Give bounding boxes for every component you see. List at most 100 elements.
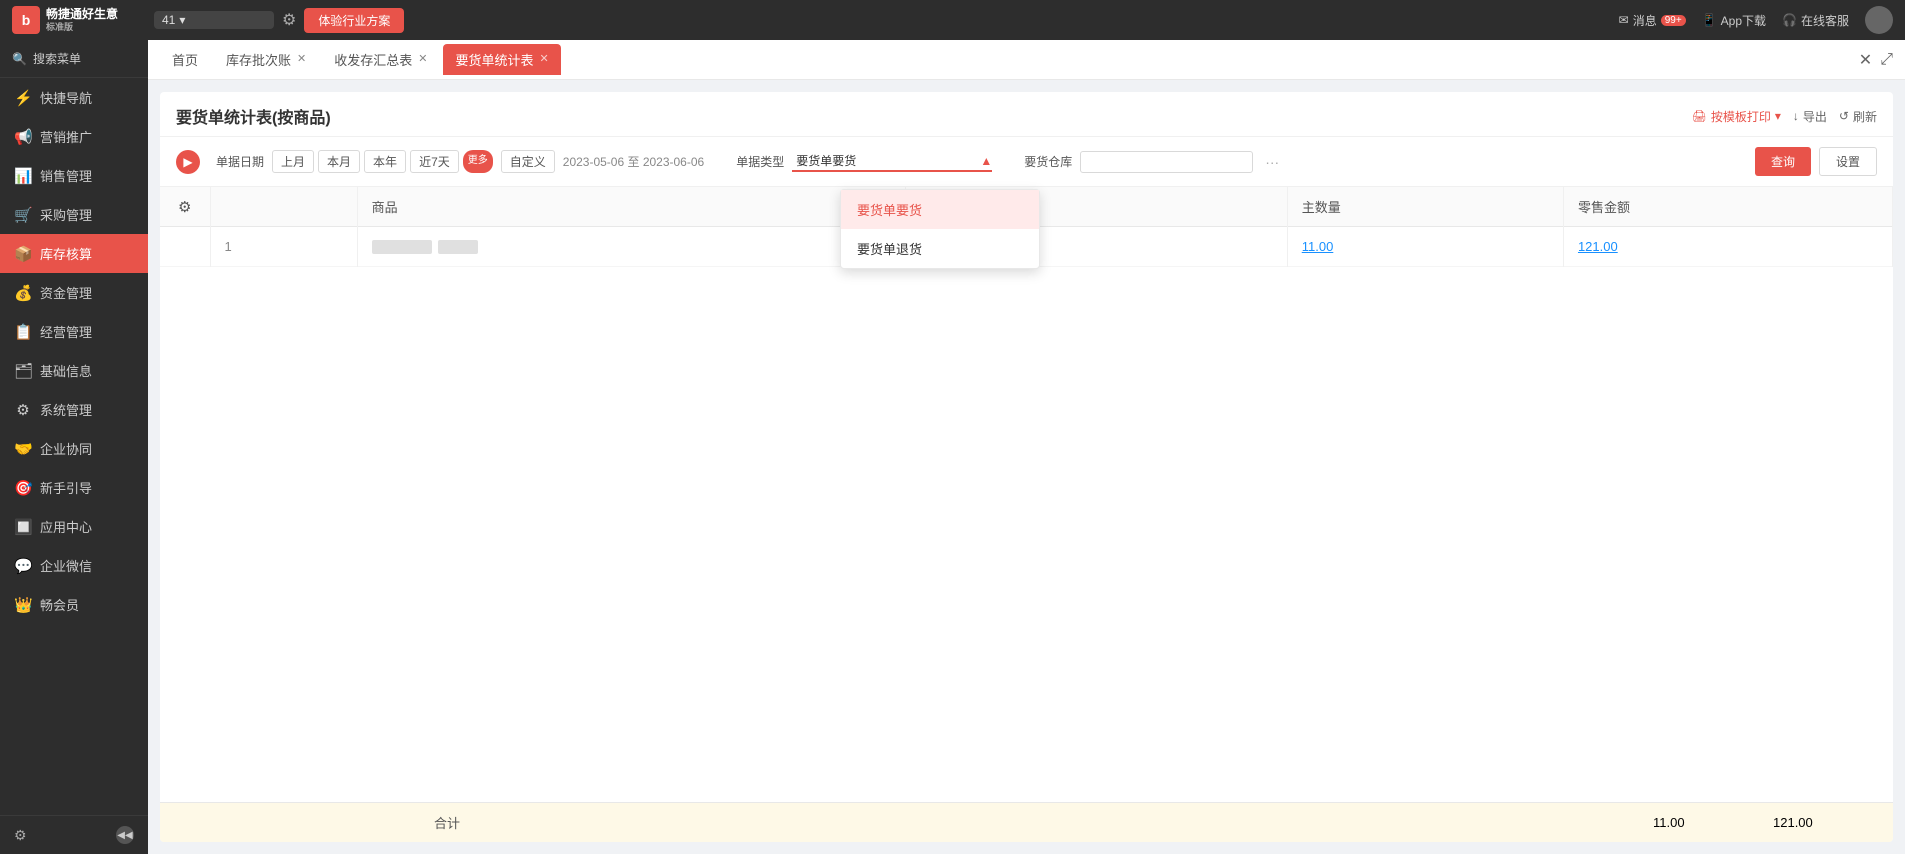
- table-settings-col-header[interactable]: ⚙: [160, 187, 210, 227]
- sidebar-collapse-btn[interactable]: ◀◀: [116, 826, 134, 844]
- tab-order-stats-close[interactable]: ✕: [540, 54, 549, 65]
- tab-home[interactable]: 首页: [160, 44, 210, 75]
- sidebar-item-wechat[interactable]: 💬 企业微信: [0, 546, 148, 585]
- table-sales-amount-col-header: 零售金额: [1563, 187, 1892, 227]
- quick-nav-icon: ⚡: [14, 89, 32, 107]
- sidebar-item-label: 库存核算: [40, 244, 92, 263]
- settings-bottom-icon[interactable]: ⚙: [14, 827, 27, 844]
- sidebar-item-guide[interactable]: 🎯 新手引导: [0, 468, 148, 507]
- print-button[interactable]: 🖨 按模板打印 ▾: [1692, 108, 1781, 125]
- sidebar-item-label: 系统管理: [40, 400, 92, 419]
- header-gear-icon[interactable]: ⚙: [282, 10, 296, 30]
- sidebar-item-finance[interactable]: 💰 资金管理: [0, 273, 148, 312]
- date-last-month-btn[interactable]: 上月: [272, 150, 314, 173]
- tab-receivables-close[interactable]: ✕: [418, 54, 427, 65]
- store-selector[interactable]: 41 ▾: [154, 11, 274, 29]
- user-avatar[interactable]: [1865, 6, 1893, 34]
- sidebar-item-app-center[interactable]: 🔲 应用中心: [0, 507, 148, 546]
- table-quantity-col-header: 主数量: [1287, 187, 1563, 227]
- warehouse-filter-label: 要货仓库: [1024, 153, 1072, 170]
- sidebar-item-label: 快捷导航: [40, 88, 92, 107]
- message-icon: ✉: [1619, 13, 1629, 27]
- sidebar-item-label: 企业微信: [40, 556, 92, 575]
- message-item[interactable]: ✉ 消息 99+: [1619, 12, 1686, 29]
- row-settings-cell: [160, 227, 210, 267]
- logo-sub-text: 标准版: [46, 22, 118, 33]
- marketing-icon: 📢: [14, 128, 32, 146]
- dropdown-item-order-return-label: 要货单退货: [857, 242, 922, 257]
- tab-close-all-icon[interactable]: ✕: [1859, 50, 1872, 70]
- sidebar-item-enterprise[interactable]: 🤝 企业协同: [0, 429, 148, 468]
- sidebar-item-label: 销售管理: [40, 166, 92, 185]
- table-index-col-header: [210, 187, 357, 227]
- tab-inventory-batch-close[interactable]: ✕: [297, 54, 306, 65]
- sidebar-item-quick-nav[interactable]: ⚡ 快捷导航: [0, 78, 148, 117]
- row-quantity-cell: 11.00: [1287, 227, 1563, 267]
- system-icon: ⚙: [14, 401, 32, 419]
- sidebar-item-label: 营销推广: [40, 127, 92, 146]
- sidebar-item-marketing[interactable]: 📢 营销推广: [0, 117, 148, 156]
- date-custom-btn[interactable]: 自定义: [501, 150, 555, 173]
- query-button[interactable]: 查询: [1755, 147, 1811, 176]
- date-last-7days-btn[interactable]: 近7天: [410, 150, 459, 173]
- chevron-down-icon: ▾: [179, 13, 185, 27]
- type-filter-label: 单据类型: [736, 153, 784, 170]
- filter-settings-button[interactable]: 设置: [1819, 147, 1877, 176]
- finance-icon: 💰: [14, 284, 32, 302]
- tab-order-stats[interactable]: 要货单统计表 ✕: [443, 44, 560, 75]
- type-input-wrapper: ▲: [792, 152, 992, 172]
- refresh-button[interactable]: ↺ 刷新: [1839, 108, 1877, 125]
- promo-button[interactable]: 体验行业方案: [304, 8, 404, 33]
- sidebar-item-label: 企业协同: [40, 439, 92, 458]
- guide-icon: 🎯: [14, 479, 32, 497]
- operations-icon: 📋: [14, 323, 32, 341]
- type-chevron-up-icon[interactable]: ▲: [980, 154, 992, 168]
- tab-receivables[interactable]: 收发存汇总表 ✕: [322, 44, 439, 75]
- app-download-label: App下载: [1721, 12, 1766, 29]
- page-title: 要货单统计表(按商品): [176, 104, 331, 128]
- sidebar-item-system[interactable]: ⚙ 系统管理: [0, 390, 148, 429]
- warehouse-filter-group: 要货仓库 ···: [1024, 151, 1279, 173]
- tab-inventory-batch[interactable]: 库存批次账 ✕: [214, 44, 318, 75]
- sidebar: 🔍 搜索菜单 ⚡ 快捷导航 📢 营销推广 📊 销售管理 🛒 采购管理 📦 库存核…: [0, 40, 148, 854]
- tab-receivables-label: 收发存汇总表: [334, 50, 412, 69]
- table-footer: 合计 11.00 121.00: [160, 802, 1893, 842]
- sidebar-item-inventory[interactable]: 📦 库存核算: [0, 234, 148, 273]
- sidebar-search[interactable]: 🔍 搜索菜单: [0, 40, 148, 78]
- page-card: 要货单统计表(按商品) 🖨 按模板打印 ▾ ↓ 导出 ↺: [160, 92, 1893, 842]
- sidebar-item-basics[interactable]: 🗂 基础信息: [0, 351, 148, 390]
- type-filter-group: 单据类型 ▲: [736, 152, 992, 172]
- logo-area: b 畅捷通好生意 标准版: [12, 6, 142, 34]
- refresh-icon: ↺: [1839, 109, 1849, 123]
- header-right: ✉ 消息 99+ 📱 App下载 🎧 在线客服: [1619, 6, 1893, 34]
- warehouse-filter-input[interactable]: [1080, 151, 1253, 173]
- filter-expand-button[interactable]: ▶: [176, 150, 200, 174]
- dropdown-item-order-goods[interactable]: 要货单要货: [841, 190, 1039, 229]
- table-wrapper: ⚙ 商品 主计量单位 主数量 零售金额 1: [160, 187, 1893, 802]
- filter-bar: ▶ 单据日期 上月 本月 本年 近7天 更多 自定义 2023-05-06 至 …: [160, 137, 1893, 187]
- warehouse-more-icon[interactable]: ···: [1265, 154, 1279, 170]
- date-this-month-btn[interactable]: 本月: [318, 150, 360, 173]
- sidebar-item-label: 资金管理: [40, 283, 92, 302]
- dropdown-item-order-return[interactable]: 要货单退货: [841, 229, 1039, 268]
- online-service-item[interactable]: 🎧 在线客服: [1782, 12, 1849, 29]
- sidebar-item-member[interactable]: 👑 畅会员: [0, 585, 148, 624]
- date-this-year-btn[interactable]: 本年: [364, 150, 406, 173]
- sidebar-item-operations[interactable]: 📋 经营管理: [0, 312, 148, 351]
- main-layout: 🔍 搜索菜单 ⚡ 快捷导航 📢 营销推广 📊 销售管理 🛒 采购管理 📦 库存核…: [0, 40, 1905, 854]
- sidebar-item-purchase[interactable]: 🛒 采购管理: [0, 195, 148, 234]
- page-content: 要货单统计表(按商品) 🖨 按模板打印 ▾ ↓ 导出 ↺: [148, 80, 1905, 854]
- basics-icon: 🗂: [14, 362, 32, 380]
- sidebar-item-label: 畅会员: [40, 595, 79, 614]
- enterprise-icon: 🤝: [14, 440, 32, 458]
- print-icon: 🖨: [1692, 109, 1707, 123]
- export-button[interactable]: ↓ 导出: [1793, 108, 1827, 125]
- sidebar-item-sales[interactable]: 📊 销售管理: [0, 156, 148, 195]
- row-product-cell: [357, 227, 905, 267]
- type-filter-input[interactable]: [792, 152, 980, 170]
- tab-expand-icon[interactable]: ⤢: [1880, 51, 1893, 69]
- tab-bar: 首页 库存批次账 ✕ 收发存汇总表 ✕ 要货单统计表 ✕ ✕ ⤢: [148, 40, 1905, 80]
- export-icon: ↓: [1793, 109, 1799, 123]
- sidebar-item-label: 经营管理: [40, 322, 92, 341]
- app-download-item[interactable]: 📱 App下载: [1702, 12, 1766, 29]
